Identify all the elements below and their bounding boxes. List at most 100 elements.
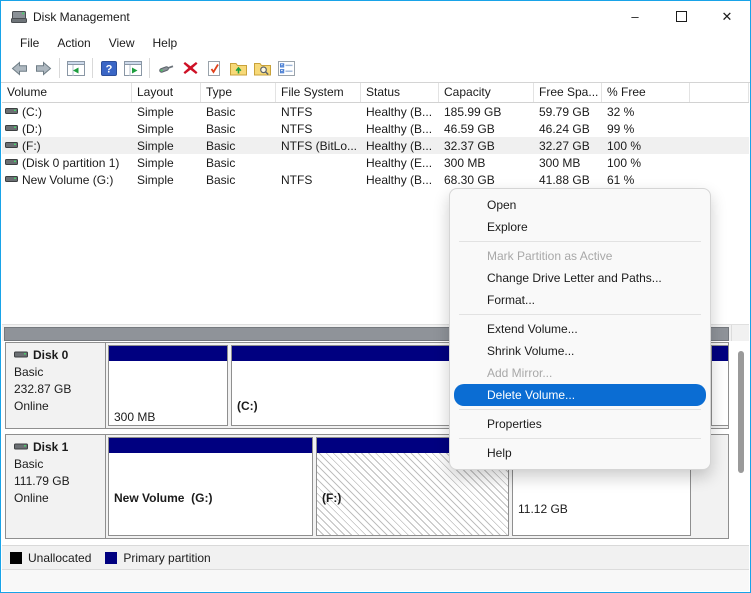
- minimize-button[interactable]: –: [612, 1, 658, 32]
- partition-context-menu: Open Explore Mark Partition as Active Ch…: [449, 188, 711, 470]
- cell-pct: 32 %: [602, 105, 690, 119]
- column-header-pct-free[interactable]: % Free: [602, 83, 690, 102]
- help-icon[interactable]: ?: [97, 56, 121, 80]
- maximize-button[interactable]: [658, 1, 704, 32]
- disk-management-window: Disk Management – ✕ File Action View Hel…: [0, 0, 751, 593]
- menu-separator: [459, 409, 701, 410]
- cell-volume: (F:): [22, 139, 41, 153]
- show-console-tree-icon[interactable]: [64, 56, 88, 80]
- column-header-free-space[interactable]: Free Spa...: [534, 83, 602, 102]
- menu-item-format[interactable]: Format...: [450, 289, 710, 311]
- column-header-empty: [690, 83, 749, 102]
- toolbar-separator: [59, 58, 60, 78]
- menu-action[interactable]: Action: [48, 34, 99, 52]
- table-row-disk0-partition1[interactable]: (Disk 0 partition 1) Simple Basic Health…: [2, 154, 749, 171]
- cell-pct: 100 %: [602, 139, 690, 153]
- menu-separator: [459, 314, 701, 315]
- window-title: Disk Management: [33, 10, 130, 24]
- disk-drive-icon: [14, 347, 28, 364]
- partition-name: (F:): [322, 490, 506, 506]
- menu-separator: [459, 438, 701, 439]
- back-icon[interactable]: [7, 56, 31, 80]
- forward-icon[interactable]: [31, 56, 55, 80]
- cell-layout: Simple: [132, 122, 201, 136]
- cell-volume: (D:): [22, 122, 42, 136]
- cell-volume: New Volume (G:): [22, 173, 113, 187]
- menu-view[interactable]: View: [100, 34, 144, 52]
- close-button[interactable]: ✕: [704, 1, 750, 32]
- cell-capacity: 46.59 GB: [439, 122, 534, 136]
- cell-type: Basic: [201, 122, 276, 136]
- mark-partition-active-icon[interactable]: [202, 56, 226, 80]
- cell-fs: NTFS (BitLo...: [276, 139, 361, 153]
- menu-item-properties[interactable]: Properties: [450, 413, 710, 435]
- menu-help[interactable]: Help: [144, 34, 187, 52]
- disk-0-header[interactable]: Disk 0 Basic 232.87 GB Online: [5, 342, 110, 429]
- column-header-file-system[interactable]: File System: [276, 83, 361, 102]
- menu-item-mark-partition-active: Mark Partition as Active: [450, 245, 710, 267]
- open-folder-icon[interactable]: [226, 56, 250, 80]
- menu-file[interactable]: File: [11, 34, 48, 52]
- volume-table-header: Volume Layout Type File System Status Ca…: [2, 83, 749, 103]
- cell-layout: Simple: [132, 156, 201, 170]
- column-header-capacity[interactable]: Capacity: [439, 83, 534, 102]
- cell-layout: Simple: [132, 139, 201, 153]
- disk-name: Disk 1: [33, 439, 68, 456]
- partition-d-clipped[interactable]: [711, 345, 729, 426]
- menu-item-add-mirror: Add Mirror...: [450, 362, 710, 384]
- menu-item-help[interactable]: Help: [450, 442, 710, 464]
- column-header-status[interactable]: Status: [361, 83, 439, 102]
- column-header-type[interactable]: Type: [201, 83, 276, 102]
- legend-label: Unallocated: [28, 551, 91, 565]
- legend-bar: Unallocated Primary partition: [2, 545, 749, 570]
- wand-icon[interactable]: [154, 56, 178, 80]
- menu-item-explore[interactable]: Explore: [450, 216, 710, 238]
- menu-item-open[interactable]: Open: [450, 194, 710, 216]
- show-action-pane-icon[interactable]: [121, 56, 145, 80]
- menu-bar: File Action View Help: [1, 32, 750, 54]
- primary-partition-bar: [109, 346, 227, 361]
- cell-pct: 61 %: [602, 173, 690, 187]
- cell-type: Basic: [201, 156, 276, 170]
- toolbar: ?: [1, 54, 750, 83]
- explore-folder-icon[interactable]: [250, 56, 274, 80]
- primary-partition-bar: [712, 346, 729, 361]
- table-row-c[interactable]: (C:) Simple Basic NTFS Healthy (B... 185…: [2, 103, 749, 120]
- cell-free: 32.27 GB: [534, 139, 602, 153]
- partition-efi[interactable]: 300 MB Healthy (EFI System: [108, 345, 228, 426]
- cell-free: 59.79 GB: [534, 105, 602, 119]
- disk-status: Online: [14, 398, 109, 415]
- properties-list-icon[interactable]: [274, 56, 298, 80]
- cell-volume: (Disk 0 partition 1): [22, 156, 119, 170]
- maximize-icon: [676, 11, 687, 22]
- cell-layout: Simple: [132, 105, 201, 119]
- menu-item-delete-volume[interactable]: Delete Volume...: [454, 384, 706, 406]
- disk-status: Online: [14, 490, 109, 507]
- cell-status: Healthy (B...: [361, 105, 439, 119]
- menu-item-extend-volume[interactable]: Extend Volume...: [450, 318, 710, 340]
- cell-capacity: 185.99 GB: [439, 105, 534, 119]
- drive-icon: [5, 105, 18, 119]
- menu-item-shrink-volume[interactable]: Shrink Volume...: [450, 340, 710, 362]
- disk-drive-icon: [14, 439, 28, 456]
- column-header-volume[interactable]: Volume: [2, 83, 132, 102]
- cell-status: Healthy (B...: [361, 173, 439, 187]
- disk-type: Basic: [14, 364, 109, 381]
- partition-g[interactable]: New Volume (G:) 68.30 GB NTFS Healthy (B…: [108, 437, 313, 536]
- disk-1-header[interactable]: Disk 1 Basic 111.79 GB Online: [5, 434, 110, 539]
- partition-size: 300 MB: [114, 409, 225, 425]
- disk-name: Disk 0: [33, 347, 68, 364]
- delete-volume-icon[interactable]: [178, 56, 202, 80]
- vertical-scrollbar-thumb[interactable]: [738, 351, 744, 473]
- table-row-f-selected[interactable]: (F:) Simple Basic NTFS (BitLo... Healthy…: [2, 137, 749, 154]
- menu-item-change-drive-letter[interactable]: Change Drive Letter and Paths...: [450, 267, 710, 289]
- cell-pct: 99 %: [602, 122, 690, 136]
- cell-type: Basic: [201, 173, 276, 187]
- drive-icon: [5, 139, 18, 153]
- table-row-d[interactable]: (D:) Simple Basic NTFS Healthy (B... 46.…: [2, 120, 749, 137]
- cell-layout: Simple: [132, 173, 201, 187]
- status-bar: [2, 569, 749, 591]
- column-header-layout[interactable]: Layout: [132, 83, 201, 102]
- table-row-g[interactable]: New Volume (G:) Simple Basic NTFS Health…: [2, 171, 749, 188]
- disk-size: 232.87 GB: [14, 381, 109, 398]
